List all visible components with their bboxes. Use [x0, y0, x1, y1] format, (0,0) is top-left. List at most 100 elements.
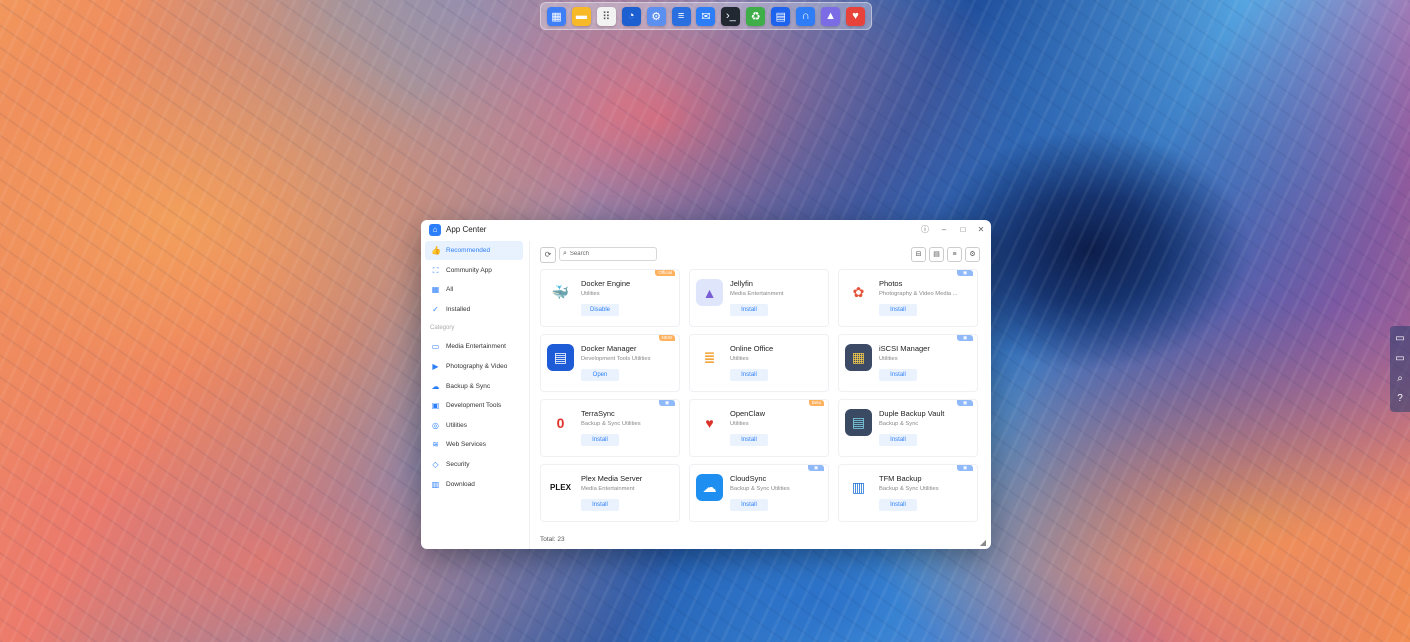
sidebar-item-label: Media Entertainment	[446, 343, 506, 351]
dock: ▦ ▬ ⠿ ◔ ⚙ ≡ ✉ ›_ ♻ ▤ ∩ ▲ ♥	[540, 2, 872, 30]
app-card[interactable]: ▤ Duple Backup Vault Backup & Sync Install ▣	[838, 399, 978, 457]
app-card[interactable]: ✿ Photos Photography & Video Media ... Inst…	[838, 269, 978, 327]
app-card[interactable]: ♥ OpenClaw Utilities Install Beta	[689, 399, 829, 457]
app-action-button[interactable]: Install	[730, 369, 768, 381]
app-categories: Backup & Sync Utilities	[879, 486, 939, 492]
sidebar-item-download[interactable]: ▥ Download	[425, 475, 523, 494]
app-card[interactable]: ☁ CloudSync Backup & Sync Utilities Install…	[689, 464, 829, 522]
openclaw-icon: ♥	[696, 409, 723, 436]
grid-apps-icon[interactable]: ▦	[546, 6, 566, 26]
manual-install-button[interactable]: ▤	[929, 247, 944, 262]
app-categories: Media Entertainment	[730, 291, 784, 297]
side-panel: ▭ ▭ ⌕ ?	[1390, 326, 1410, 412]
minimize-button[interactable]: –	[937, 223, 951, 237]
refresh-button[interactable]: ⟳	[540, 247, 556, 263]
resize-handle-icon[interactable]: ◢	[980, 538, 986, 547]
app-center-icon[interactable]: ⠿	[596, 6, 616, 26]
app-action-button[interactable]: Install	[730, 434, 768, 446]
app-name: Online Office	[730, 344, 774, 353]
sidebar-item-photography-video[interactable]: ▶ Photography & Video	[425, 357, 523, 376]
app-categories: Utilities	[879, 356, 898, 362]
title-bar[interactable]: ⌂ App Center ⓘ – □ ✕	[421, 220, 991, 240]
app-action-button[interactable]: Install	[879, 434, 917, 446]
settings-icon[interactable]: ⚙	[646, 6, 666, 26]
sidebar-item-label: Photography & Video	[446, 362, 508, 370]
sidebar-item-backup-sync[interactable]: ☁ Backup & Sync	[425, 377, 523, 396]
app-categories: Utilities	[730, 356, 749, 362]
app-action-button[interactable]: Install	[730, 499, 768, 511]
sidebar-item-community-app[interactable]: ⛶ Community App	[425, 261, 523, 280]
app-action-button[interactable]: Install	[581, 434, 619, 446]
sidebar-item-installed[interactable]: ✓ Installed	[425, 300, 523, 319]
app-name: iSCSI Manager	[879, 344, 930, 353]
duple-backup-vault-icon: ▤	[845, 409, 872, 436]
search-input[interactable]	[569, 251, 650, 257]
app-card[interactable]: PLEX Plex Media Server Media Entertainment…	[540, 464, 680, 522]
photos-icon: ✿	[845, 279, 872, 306]
sidebar: 👍 Recommended ⛶ Community App ▦ All ✓ Installed…	[425, 241, 523, 494]
app-card[interactable]: ▤ Docker Manager Development Tools Utiliti…	[540, 334, 680, 392]
main-content: ⟳ ⌕ ⊟ ▤ ≡ ⚙ 🐳 Docker Engine Utilities Disab…	[529, 241, 988, 549]
app-card[interactable]: 🐳 Docker Engine Utilities Disable Official	[540, 269, 680, 327]
app-badge: ▣	[808, 465, 824, 471]
shield-icon: ◇	[432, 459, 439, 469]
recycle-icon[interactable]: ♻	[746, 6, 766, 26]
mail-icon[interactable]: ✉	[696, 6, 716, 26]
sort-button[interactable]: ≡	[947, 247, 962, 262]
folder-icon[interactable]: ▬	[571, 6, 591, 26]
grid-icon: ▦	[431, 285, 440, 295]
app-card[interactable]: ▥ TFM Backup Backup & Sync Utilities Instal…	[838, 464, 978, 522]
terminal-icon[interactable]: ›_	[721, 6, 741, 26]
chat-icon[interactable]: ▭	[1395, 334, 1404, 344]
thumbs-up-icon: 👍	[431, 246, 441, 255]
sidebar-item-all[interactable]: ▦ All	[425, 280, 523, 299]
docker-engine-icon: 🐳	[547, 279, 574, 306]
app-card[interactable]: ≣ Online Office Utilities Install	[689, 334, 829, 392]
heart-icon[interactable]: ♥	[846, 6, 866, 26]
dev-tools-icon: ▣	[431, 401, 440, 411]
app-action-button[interactable]: Disable	[581, 304, 619, 316]
utilities-icon: ◎	[432, 420, 439, 430]
app-categories: Utilities	[581, 291, 600, 297]
sidebar-item-security[interactable]: ◇ Security	[425, 455, 523, 474]
search-icon[interactable]: ⌕	[1397, 374, 1403, 384]
app-badge: ▣	[957, 400, 973, 406]
app-action-button[interactable]: Open	[581, 369, 619, 381]
maximize-button[interactable]: □	[956, 223, 970, 237]
online-office-icon: ≣	[696, 344, 723, 371]
sidebar-item-development-tools[interactable]: ▣ Development Tools	[425, 396, 523, 415]
docker-icon[interactable]: ▤	[771, 6, 791, 26]
app-badge: ▣	[957, 465, 973, 471]
app-action-button[interactable]: Install	[879, 499, 917, 511]
app-center-window: ⌂ App Center ⓘ – □ ✕ 👍 Recommended ⛶ Commun…	[421, 220, 991, 549]
app-action-button[interactable]: Install	[879, 369, 917, 381]
app-categories: Utilities	[730, 421, 749, 427]
app-action-button[interactable]: Install	[730, 304, 768, 316]
video-icon: ▶	[432, 361, 439, 371]
clock-icon[interactable]: ◔	[621, 6, 641, 26]
help-icon[interactable]: ?	[1397, 394, 1403, 404]
stack-icon[interactable]: ≡	[671, 6, 691, 26]
jellyfin-icon[interactable]: ▲	[821, 6, 841, 26]
sidebar-item-utilities[interactable]: ◎ Utilities	[425, 416, 523, 435]
help-button[interactable]: ⓘ	[918, 223, 932, 237]
settings-button[interactable]: ⚙	[965, 247, 980, 262]
sidebar-item-recommended[interactable]: 👍 Recommended	[425, 241, 523, 260]
download-icon: ▥	[431, 479, 440, 489]
terrasync-icon: 0	[547, 409, 574, 436]
sidebar-item-media-entertainment[interactable]: ▭ Media Entertainment	[425, 337, 523, 356]
search-box[interactable]: ⌕	[559, 247, 657, 261]
close-button[interactable]: ✕	[974, 223, 988, 237]
app-action-button[interactable]: Install	[879, 304, 917, 316]
sidebar-item-web-services[interactable]: ≋ Web Services	[425, 435, 523, 454]
app-card[interactable]: ▦ iSCSI Manager Utilities Install ▣	[838, 334, 978, 392]
app-card[interactable]: ▲ Jellyfin Media Entertainment Install	[689, 269, 829, 327]
headphones-icon[interactable]: ∩	[796, 6, 816, 26]
package-button[interactable]: ⊟	[911, 247, 926, 262]
app-card[interactable]: 0 TerraSync Backup & Sync Utilities Install…	[540, 399, 680, 457]
app-action-button[interactable]: Install	[581, 499, 619, 511]
sidebar-item-label: Backup & Sync	[446, 382, 491, 390]
message-icon[interactable]: ▭	[1395, 354, 1404, 364]
app-name: Plex Media Server	[581, 474, 643, 483]
community-icon: ⛶	[432, 265, 439, 275]
